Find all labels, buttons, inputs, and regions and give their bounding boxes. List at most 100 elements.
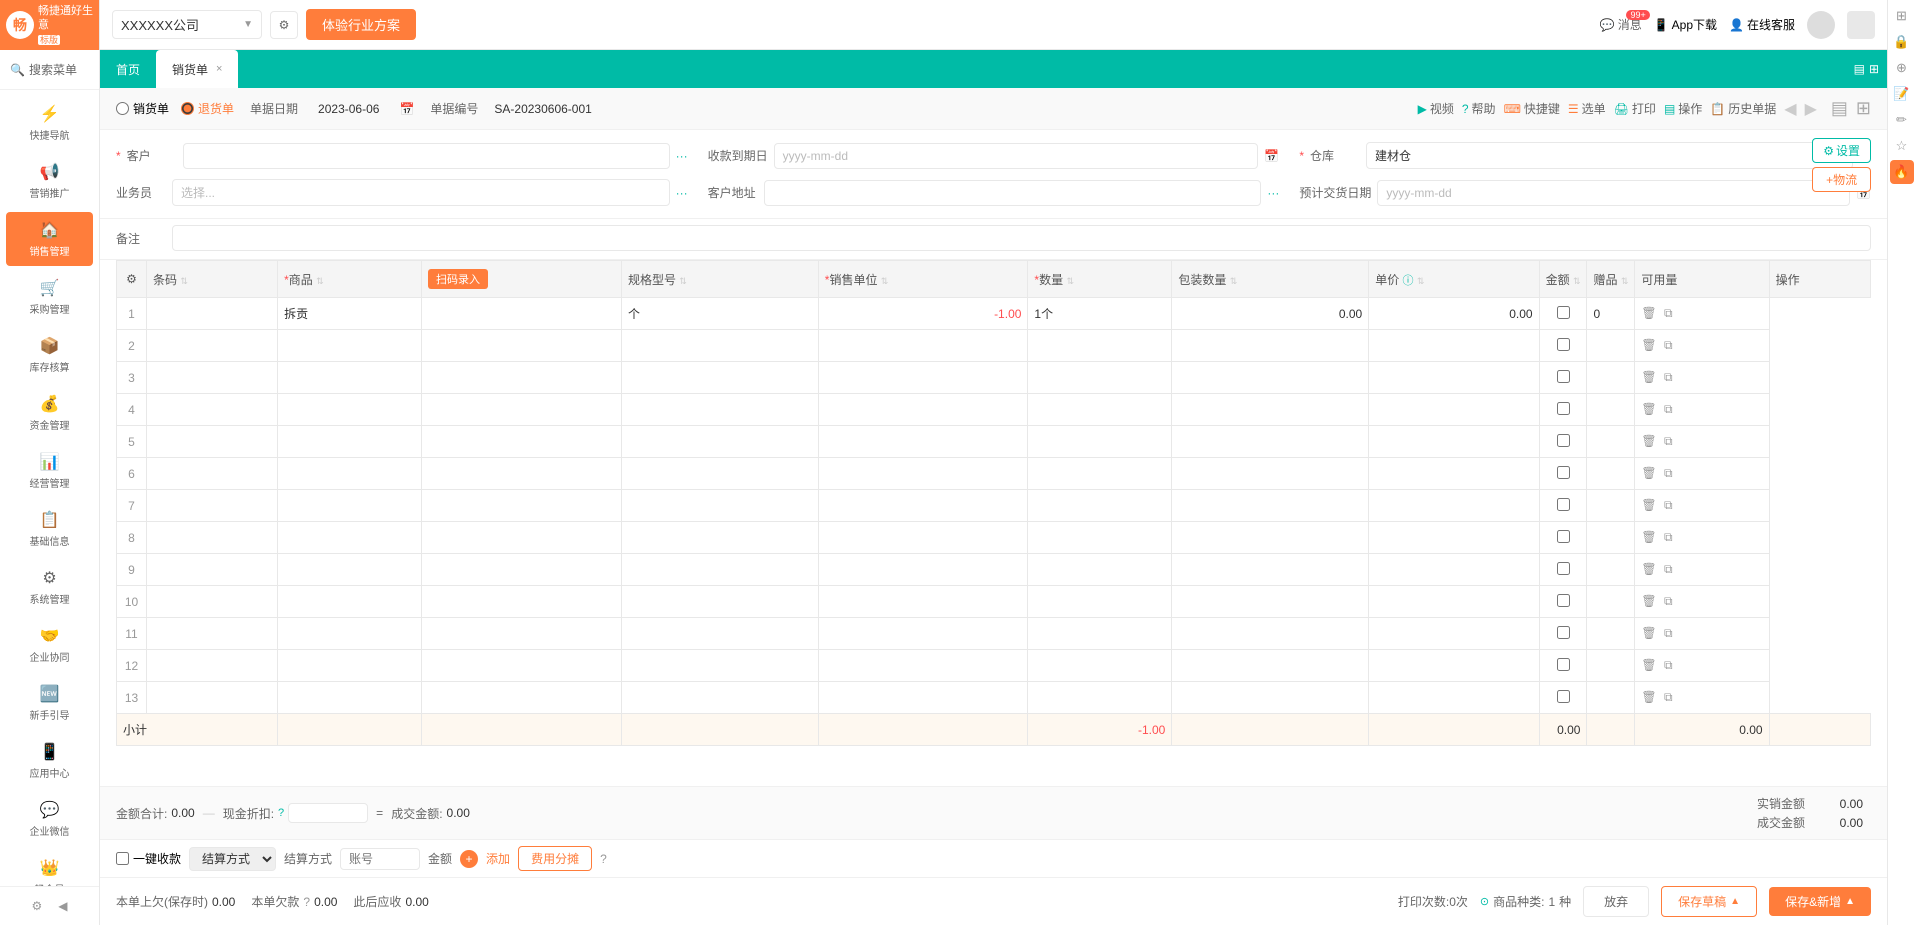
cell-spec-2[interactable] bbox=[422, 330, 622, 362]
customer-addr-select-icon[interactable]: ··· bbox=[1267, 186, 1279, 200]
user-avatar[interactable] bbox=[1807, 11, 1835, 39]
cell-barcode-4[interactable] bbox=[147, 394, 278, 426]
cell-gift-12[interactable] bbox=[1539, 650, 1587, 682]
right-panel-btn-4[interactable]: 📝 bbox=[1890, 82, 1914, 106]
row-delete-icon-12[interactable]: 🗑 bbox=[1641, 658, 1656, 672]
sidebar-item-wechat[interactable]: 💬企业微信 bbox=[6, 792, 93, 846]
sidebar-item-purchase[interactable]: 🛒采购管理 bbox=[6, 270, 93, 324]
row-delete-icon-11[interactable]: 🗑 bbox=[1641, 626, 1656, 640]
cell-product-5[interactable] bbox=[278, 426, 422, 458]
cell-price-13[interactable] bbox=[1172, 682, 1369, 714]
cell-price-10[interactable] bbox=[1172, 586, 1369, 618]
row-delete-icon-13[interactable]: 🗑 bbox=[1641, 690, 1656, 704]
cell-product-7[interactable] bbox=[278, 490, 422, 522]
radio-return-order[interactable]: 退货单 bbox=[181, 100, 234, 117]
sidebar-item-member[interactable]: 👑畅会员 bbox=[6, 850, 93, 886]
cell-amount-6[interactable] bbox=[1369, 458, 1539, 490]
select-order-btn[interactable]: ☰ 选单 bbox=[1568, 100, 1606, 117]
cell-unit-4[interactable] bbox=[621, 394, 818, 426]
cell-product-13[interactable] bbox=[278, 682, 422, 714]
right-panel-btn-1[interactable]: ⊞ bbox=[1890, 4, 1914, 28]
cell-price-11[interactable] bbox=[1172, 618, 1369, 650]
cell-unit-5[interactable] bbox=[621, 426, 818, 458]
expected-date-input[interactable]: yyyy-mm-dd bbox=[1377, 180, 1850, 206]
cell-pkg-qty-13[interactable] bbox=[1028, 682, 1172, 714]
cell-product-11[interactable] bbox=[278, 618, 422, 650]
settings-action-btn[interactable]: ⚙ 设置 bbox=[1812, 138, 1871, 163]
warehouse-input[interactable]: 建材仓 bbox=[1366, 142, 1853, 169]
cell-qty-4[interactable] bbox=[818, 394, 1028, 426]
cell-price-3[interactable] bbox=[1172, 362, 1369, 394]
cell-qty-2[interactable] bbox=[818, 330, 1028, 362]
cell-product-10[interactable] bbox=[278, 586, 422, 618]
cell-pkg-qty-4[interactable] bbox=[1028, 394, 1172, 426]
row-copy-icon-13[interactable]: ⧉ bbox=[1664, 690, 1673, 704]
cell-price-9[interactable] bbox=[1172, 554, 1369, 586]
salesperson-input[interactable]: 选择... bbox=[172, 179, 670, 206]
right-panel-btn-3[interactable]: ⊕ bbox=[1890, 56, 1914, 80]
cell-amount-2[interactable] bbox=[1369, 330, 1539, 362]
cell-product-1[interactable]: 拆贡 bbox=[278, 298, 422, 330]
cell-barcode-5[interactable] bbox=[147, 426, 278, 458]
sidebar-item-enterprise[interactable]: 🤝企业协同 bbox=[6, 618, 93, 672]
cell-price-5[interactable] bbox=[1172, 426, 1369, 458]
save-new-btn[interactable]: 保存&新增 ▲ bbox=[1769, 887, 1871, 916]
customer-select-icon[interactable]: ··· bbox=[676, 149, 688, 163]
cell-barcode-10[interactable] bbox=[147, 586, 278, 618]
cell-product-3[interactable] bbox=[278, 362, 422, 394]
user-menu-btn[interactable] bbox=[1847, 11, 1875, 39]
salesperson-select-icon[interactable]: ··· bbox=[676, 186, 688, 200]
cell-amount-3[interactable] bbox=[1369, 362, 1539, 394]
sidebar-settings-btn[interactable]: ⚙ bbox=[26, 893, 49, 919]
cell-qty-7[interactable] bbox=[818, 490, 1028, 522]
cell-price-1[interactable]: 0.00 bbox=[1172, 298, 1369, 330]
cell-pkg-qty-8[interactable] bbox=[1028, 522, 1172, 554]
cell-amount-7[interactable] bbox=[1369, 490, 1539, 522]
cell-barcode-9[interactable] bbox=[147, 554, 278, 586]
cell-pkg-qty-6[interactable] bbox=[1028, 458, 1172, 490]
cell-gift-10[interactable] bbox=[1539, 586, 1587, 618]
cell-qty-10[interactable] bbox=[818, 586, 1028, 618]
payment-help-icon[interactable]: ? bbox=[600, 852, 607, 866]
cell-pkg-qty-2[interactable] bbox=[1028, 330, 1172, 362]
right-panel-btn-7[interactable]: 🔥 bbox=[1890, 160, 1914, 184]
cell-gift-3[interactable] bbox=[1539, 362, 1587, 394]
sidebar-item-sales[interactable]: 🏠销售管理 bbox=[6, 212, 93, 266]
cell-price-6[interactable] bbox=[1172, 458, 1369, 490]
save-draft-btn[interactable]: 保存草稿 ▲ bbox=[1661, 886, 1757, 917]
row-delete-icon-5[interactable]: 🗑 bbox=[1641, 434, 1656, 448]
trial-btn[interactable]: 体验行业方案 bbox=[306, 9, 416, 40]
cell-barcode-12[interactable] bbox=[147, 650, 278, 682]
row-copy-icon-1[interactable]: ⧉ bbox=[1664, 306, 1673, 320]
row-copy-icon-3[interactable]: ⧉ bbox=[1664, 370, 1673, 384]
row-copy-icon-12[interactable]: ⧉ bbox=[1664, 658, 1673, 672]
video-btn[interactable]: ▶ 视频 bbox=[1418, 100, 1454, 117]
cell-barcode-1[interactable] bbox=[147, 298, 278, 330]
help-btn[interactable]: ? 帮助 bbox=[1462, 100, 1496, 117]
cell-spec-6[interactable] bbox=[422, 458, 622, 490]
cell-spec-3[interactable] bbox=[422, 362, 622, 394]
cell-amount-11[interactable] bbox=[1369, 618, 1539, 650]
cell-unit-11[interactable] bbox=[621, 618, 818, 650]
scan-btn[interactable]: 扫码录入 bbox=[428, 269, 488, 289]
cell-amount-5[interactable] bbox=[1369, 426, 1539, 458]
cell-qty-12[interactable] bbox=[818, 650, 1028, 682]
right-panel-btn-5[interactable]: ✏ bbox=[1890, 108, 1914, 132]
discount-info-icon[interactable]: ? bbox=[278, 807, 284, 819]
th-settings[interactable]: ⚙ bbox=[117, 261, 147, 298]
search-menu-item[interactable]: 🔍 搜索菜单 bbox=[6, 56, 93, 83]
customer-addr-input[interactable] bbox=[764, 180, 1262, 206]
cell-barcode-6[interactable] bbox=[147, 458, 278, 490]
cell-barcode-7[interactable] bbox=[147, 490, 278, 522]
history-btn[interactable]: 📋 历史单据 bbox=[1710, 100, 1776, 117]
row-delete-icon-4[interactable]: 🗑 bbox=[1641, 402, 1656, 416]
operation-btn[interactable]: ▤ 操作 bbox=[1664, 100, 1702, 117]
add-payment-btn[interactable]: + bbox=[460, 850, 478, 868]
tab-close-icon[interactable]: × bbox=[216, 63, 222, 75]
row-copy-icon-4[interactable]: ⧉ bbox=[1664, 402, 1673, 416]
row-delete-icon-2[interactable]: 🗑 bbox=[1641, 338, 1656, 352]
cell-price-12[interactable] bbox=[1172, 650, 1369, 682]
discount-input[interactable] bbox=[288, 803, 368, 823]
cell-barcode-8[interactable] bbox=[147, 522, 278, 554]
cell-qty-5[interactable] bbox=[818, 426, 1028, 458]
